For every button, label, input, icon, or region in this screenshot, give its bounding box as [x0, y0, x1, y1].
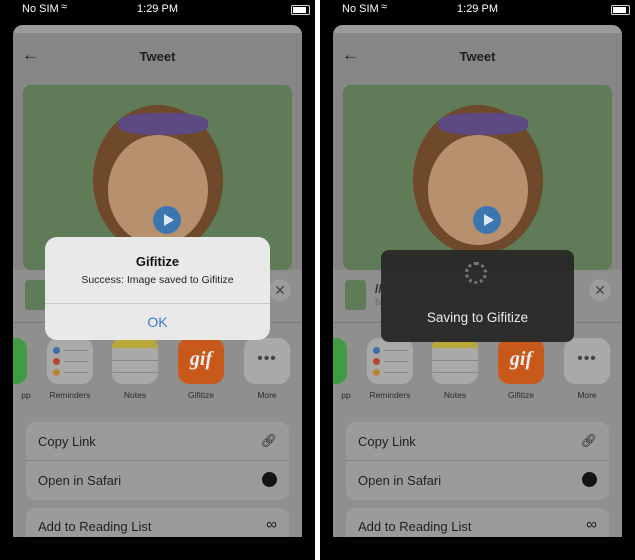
- glasses-icon: ∞: [266, 516, 277, 533]
- action-add-to-reading-list[interactable]: Add to Reading List: [38, 519, 151, 534]
- spinner-icon: [465, 262, 487, 284]
- alert-ok-button[interactable]: OK: [45, 314, 270, 330]
- status-time: 1:29 PM: [137, 3, 178, 15]
- play-button[interactable]: [473, 206, 501, 234]
- compass-icon: [262, 472, 277, 487]
- link-icon: 🔗︎: [580, 433, 597, 448]
- page-title: Tweet: [139, 49, 176, 64]
- headband-shape: [438, 113, 528, 135]
- share-app-label: More: [257, 390, 277, 400]
- share-app-pp[interactable]: [333, 338, 347, 384]
- action-copy-link[interactable]: Copy Link: [38, 434, 96, 449]
- card-handle: [13, 25, 302, 33]
- share-app-notes[interactable]: [432, 338, 478, 384]
- share-app-reminders[interactable]: [47, 338, 93, 384]
- phone-screen: No SIM ≈ 1:29 PM ← Tweet // FUUPS.AI on …: [0, 0, 315, 560]
- action-group: Copy Link 🔗︎ Open in Safari: [26, 422, 289, 500]
- alert-divider: [45, 303, 270, 304]
- share-app-label: Notes: [443, 390, 467, 400]
- link-icon: 🔗︎: [260, 433, 277, 448]
- action-add-to-reading-list[interactable]: Add to Reading List: [358, 519, 471, 534]
- status-time: 1:29 PM: [457, 3, 498, 15]
- share-app-more[interactable]: •••: [244, 338, 290, 384]
- share-thumbnail: [25, 280, 46, 310]
- alert-title: Gifitize: [135, 254, 180, 269]
- share-app-notes[interactable]: [112, 338, 158, 384]
- share-app-label: Reminders: [49, 390, 91, 400]
- share-app-reminders[interactable]: [367, 338, 413, 384]
- card-handle: [333, 25, 622, 33]
- tweet-image[interactable]: [343, 85, 612, 270]
- action-group: Copy Link 🔗︎ Open in Safari: [346, 422, 609, 500]
- share-app-more[interactable]: •••: [564, 338, 610, 384]
- page-title: Tweet: [459, 49, 496, 64]
- action-copy-link[interactable]: Copy Link: [358, 434, 416, 449]
- divider: [346, 460, 609, 461]
- share-app-label: Gifitize: [508, 390, 534, 400]
- close-icon[interactable]: ✕: [269, 279, 291, 301]
- action-open-in-safari[interactable]: Open in Safari: [358, 473, 441, 488]
- alert-message: Success: Image saved to Gifitize: [81, 274, 234, 286]
- saving-hud: Saving to Gifitize: [381, 250, 574, 342]
- glasses-icon: ∞: [586, 516, 597, 533]
- share-app-label: More: [577, 390, 597, 400]
- share-app-label: Gifitize: [188, 390, 214, 400]
- divider: [26, 460, 289, 461]
- share-app-pp[interactable]: [13, 338, 27, 384]
- share-app-label: Reminders: [369, 390, 411, 400]
- compass-icon: [582, 472, 597, 487]
- share-app-gifitize[interactable]: gif: [178, 338, 224, 384]
- battery-icon: [611, 5, 630, 15]
- phone-screen: No SIM ≈ 1:29 PM ← Tweet // FUUPS.AI on …: [320, 0, 635, 560]
- share-app-gifitize[interactable]: gif: [498, 338, 544, 384]
- battery-icon: [291, 5, 310, 15]
- action-group: Add to Reading List ∞: [346, 508, 609, 537]
- play-button[interactable]: [153, 206, 181, 234]
- headband-shape: [118, 113, 208, 135]
- action-open-in-safari[interactable]: Open in Safari: [38, 473, 121, 488]
- alert-dialog: Gifitize Success: Image saved to Gifitiz…: [45, 237, 270, 340]
- share-app-label: Notes: [123, 390, 147, 400]
- share-thumbnail: [345, 280, 366, 310]
- action-group: Add to Reading List ∞: [26, 508, 289, 537]
- hud-message: Saving to Gifitize: [426, 310, 529, 325]
- close-icon[interactable]: ✕: [589, 279, 611, 301]
